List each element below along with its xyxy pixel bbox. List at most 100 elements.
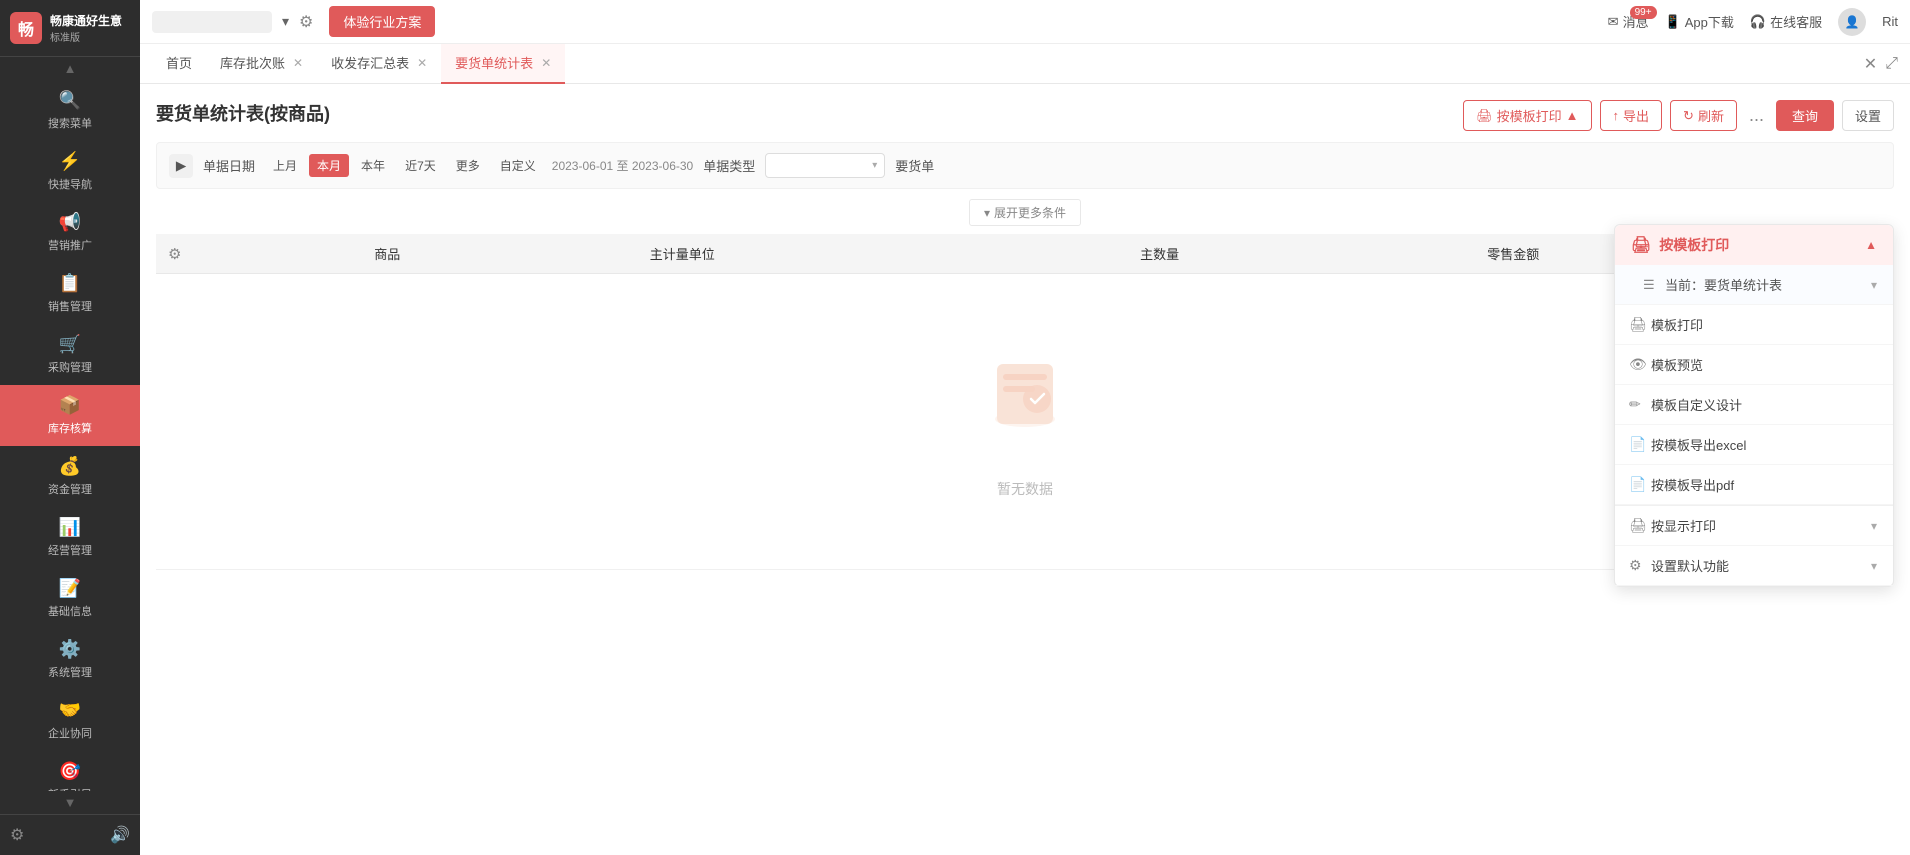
sidebar-item-guide[interactable]: 🎯 新手引导 — [0, 751, 140, 791]
sidebar-bottom: ⚙ 🔊 — [0, 814, 140, 855]
search-icon: 🔍 — [59, 90, 81, 111]
date-btn-custom[interactable]: 自定义 — [492, 154, 544, 177]
sidebar-item-label: 销售管理 — [48, 298, 92, 314]
sidebar-item-operations[interactable]: 📊 经营管理 — [0, 507, 140, 568]
expand-more-button[interactable]: ▾ 展开更多条件 — [969, 199, 1081, 226]
template-excel-icon: 📄 — [1629, 436, 1646, 453]
date-filter-label: 单据日期 — [203, 156, 255, 175]
date-btn-7days[interactable]: 近7天 — [397, 154, 444, 177]
tab-close-order-stats[interactable]: ✕ — [541, 56, 551, 70]
date-btn-prev[interactable]: 上月 — [265, 154, 305, 177]
sidebar-item-label: 基础信息 — [48, 603, 92, 619]
topbar-gear-icon[interactable]: ⚙ — [299, 12, 313, 32]
type-filter-label: 单据类型 — [703, 156, 755, 175]
sidebar-item-label: 库存核算 — [48, 420, 92, 436]
dropdown-collapse-icon[interactable]: ▲ — [1865, 238, 1877, 252]
dropdown-set-default[interactable]: ⚙ 设置默认功能 ▾ — [1615, 546, 1893, 586]
dropdown-template-print[interactable]: 🖨 模板打印 — [1615, 305, 1893, 345]
dropdown-template-pdf[interactable]: 📄 按模板导出pdf — [1615, 465, 1893, 505]
tab-inventory-batch[interactable]: 库存批次账 ✕ — [206, 44, 317, 84]
dropdown-template-excel[interactable]: 📄 按模板导出excel — [1615, 425, 1893, 465]
sidebar-item-purchase[interactable]: 🛒 采购管理 — [0, 324, 140, 385]
sidebar-item-label: 资金管理 — [48, 481, 92, 497]
sidebar-item-cooperation[interactable]: 🤝 企业协同 — [0, 690, 140, 751]
expand-more-section: ▾ 展开更多条件 — [156, 199, 1894, 226]
purchase-icon: 🛒 — [59, 334, 81, 355]
tab-maximize-button[interactable]: ⤢ — [1885, 55, 1898, 73]
topbar-username[interactable]: Rit — [1882, 14, 1898, 29]
sidebar-item-marketing[interactable]: 📢 营销推广 — [0, 202, 140, 263]
display-print-icon: 🖨 — [1629, 517, 1647, 534]
finance-icon: 💰 — [59, 456, 81, 477]
tab-receive-summary[interactable]: 收发存汇总表 ✕ — [317, 44, 441, 84]
tab-close-all-button[interactable]: ✕ — [1864, 54, 1877, 74]
tab-order-stats[interactable]: 要货单统计表 ✕ — [441, 44, 565, 84]
sidebar-item-label: 搜索菜单 — [48, 115, 92, 131]
sidebar-item-quick-nav[interactable]: ⚡ 快捷导航 — [0, 141, 140, 202]
sidebar-item-system[interactable]: ⚙️ 系统管理 — [0, 629, 140, 690]
sidebar-scroll-down[interactable]: ▼ — [0, 791, 140, 814]
sidebar-item-finance[interactable]: 💰 资金管理 — [0, 446, 140, 507]
export-button[interactable]: ↑ 导出 — [1600, 100, 1663, 131]
topbar-online-service[interactable]: 🎧 在线客服 — [1750, 12, 1822, 31]
inventory-icon: 📦 — [59, 395, 81, 416]
more-actions-icon[interactable]: ... — [1745, 105, 1768, 126]
sidebar-scroll-up[interactable]: ▲ — [0, 57, 140, 80]
template-preview-icon: 👁 — [1629, 356, 1647, 373]
dropdown-template-preview[interactable]: 👁 模板预览 — [1615, 345, 1893, 385]
logo-name: 畅康通好生意 — [50, 12, 122, 29]
sidebar-item-basic[interactable]: 📝 基础信息 — [0, 568, 140, 629]
topbar-avatar[interactable]: 👤 — [1838, 8, 1866, 36]
dropdown-display-print[interactable]: 🖨 按显示打印 ▾ — [1615, 506, 1893, 546]
date-btn-current[interactable]: 本月 — [309, 154, 349, 177]
sidebar-item-inventory[interactable]: 📦 库存核算 — [0, 385, 140, 446]
settings-bottom-icon[interactable]: ⚙ — [10, 825, 24, 845]
topbar: ▾ ⚙ 体验行业方案 ✉ 消息 99+ 📱 App下载 🎧 在线客服 👤 Rit — [140, 0, 1910, 44]
topbar-dropdown-button[interactable]: ▾ — [282, 13, 289, 30]
export-icon: ↑ — [1613, 108, 1620, 123]
template-pdf-icon: 📄 — [1629, 476, 1646, 493]
message-icon: ✉ — [1608, 14, 1619, 30]
service-icon: 🎧 — [1750, 14, 1766, 30]
dropdown-current-item[interactable]: ☰ 当前：要货单统计表 ▾ — [1615, 265, 1893, 305]
table-header-quantity: 主数量 — [1128, 234, 1475, 274]
dropdown-header: 🖨 按模板打印 ▲ — [1615, 225, 1893, 265]
template-print-icon: 🖨 — [1629, 316, 1647, 333]
dropdown-template-design[interactable]: ✏ 模板自定义设计 — [1615, 385, 1893, 425]
topbar-app-download[interactable]: 📱 App下载 — [1665, 12, 1734, 31]
tab-close-receive-summary[interactable]: ✕ — [417, 56, 427, 70]
filter-toggle-button[interactable]: ▶ — [169, 154, 193, 178]
dropdown-title: 按模板打印 — [1659, 235, 1729, 255]
topbar-messages[interactable]: ✉ 消息 99+ — [1608, 12, 1649, 31]
sidebar-item-label: 快捷导航 — [48, 176, 92, 192]
dropdown-item-label: 模板打印 — [1651, 315, 1703, 334]
print-dropdown-menu: 🖨 按模板打印 ▲ ☰ 当前：要货单统计表 ▾ 🖨 模板打印 👁 模板预览 ✏ — [1614, 224, 1894, 587]
sidebar-item-search[interactable]: 🔍 搜索菜单 — [0, 80, 140, 141]
sound-icon[interactable]: 🔊 — [110, 825, 130, 845]
req-filter-label: 要货单 — [895, 156, 934, 175]
logo-text: 畅康通好生意 标准版 — [50, 12, 122, 44]
page-actions: 🖨 按模板打印 ▲ ↑ 导出 ↻ 刷新 ... 查询 设置 — [1463, 100, 1894, 131]
table-header-product: 商品 — [362, 234, 638, 274]
print-icon: 🖨 — [1476, 108, 1493, 124]
trial-btn[interactable]: 体验行业方案 — [329, 6, 435, 37]
page-content: 要货单统计表(按商品) ▶ 单据日期 上月 本月 本年 近7天 更多 自定义 2… — [140, 84, 1910, 855]
query-button[interactable]: 查询 — [1776, 100, 1834, 131]
print-button[interactable]: 🖨 按模板打印 ▲ — [1463, 100, 1591, 131]
refresh-button[interactable]: ↻ 刷新 — [1670, 100, 1737, 131]
date-btn-year[interactable]: 本年 — [353, 154, 393, 177]
topbar-right: ✉ 消息 99+ 📱 App下载 🎧 在线客服 👤 Rit — [1608, 8, 1898, 36]
date-range-display: 2023-06-01 至 2023-06-30 — [552, 157, 693, 174]
type-filter-select[interactable] — [765, 153, 885, 178]
date-btn-more[interactable]: 更多 — [448, 154, 488, 177]
tab-close-inventory-batch[interactable]: ✕ — [293, 56, 303, 70]
system-icon: ⚙️ — [59, 639, 81, 660]
dropdown-print-icon: 🖨 — [1631, 235, 1651, 255]
sidebar-item-sales[interactable]: 📋 销售管理 — [0, 263, 140, 324]
marketing-icon: 📢 — [59, 212, 81, 233]
settings-button[interactable]: 设置 — [1842, 100, 1894, 131]
tab-home[interactable]: 首页 — [152, 44, 206, 84]
topbar-search-input[interactable] — [152, 11, 272, 33]
table-settings-icon[interactable]: ⚙ — [168, 246, 181, 263]
tabs-bar: 首页 库存批次账 ✕ 收发存汇总表 ✕ 要货单统计表 ✕ ✕ ⤢ — [140, 44, 1910, 84]
